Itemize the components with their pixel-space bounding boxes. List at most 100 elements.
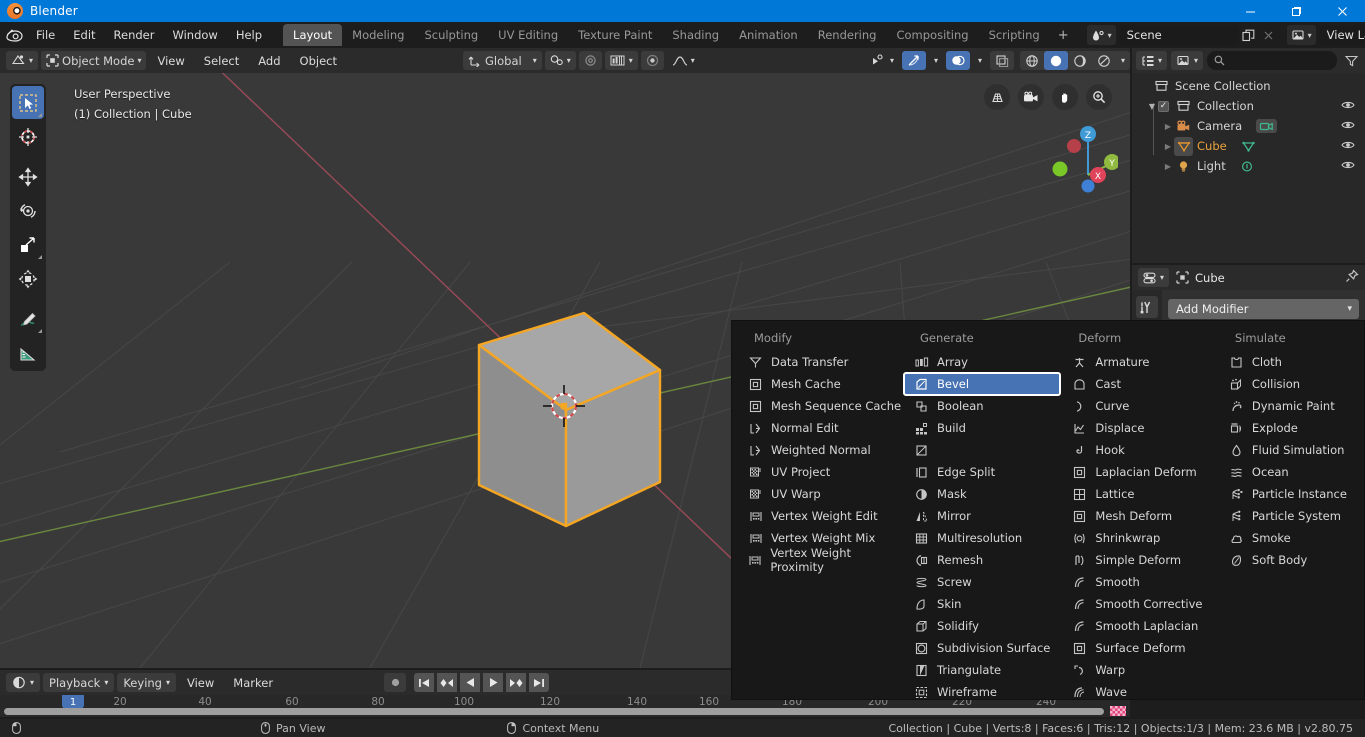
shading-rendered-icon[interactable] [1092, 51, 1116, 70]
modifier-item-simple-deform[interactable]: Simple Deform [1064, 549, 1216, 571]
view-layer-browse-icon[interactable]: ▾ [1286, 25, 1316, 45]
tab-compositing[interactable]: Compositing [886, 24, 978, 46]
modifier-item-curve[interactable]: Curve [1064, 395, 1216, 417]
gizmo-options-chevron-icon[interactable]: ▾ [929, 51, 943, 70]
tab-layout[interactable]: Layout [283, 24, 343, 46]
camera-data-icon[interactable] [1256, 119, 1278, 133]
modifier-tab[interactable] [1136, 296, 1158, 318]
shading-options-chevron-icon[interactable]: ▾ [1116, 51, 1130, 70]
shading-material-preview-icon[interactable] [1068, 51, 1092, 70]
timeline-editor-type-icon[interactable]: ▾ [6, 673, 41, 692]
outliner-row-light[interactable]: ▶ Light [1132, 156, 1365, 176]
blender-menu-icon[interactable] [6, 24, 23, 46]
light-visibility-eye-icon[interactable] [1341, 159, 1355, 173]
light-expander-icon[interactable]: ▶ [1162, 162, 1174, 171]
tab-uv-editing[interactable]: UV Editing [488, 24, 568, 46]
modifier-item-cloth[interactable]: Cloth [1221, 351, 1360, 373]
properties-editor-type-icon[interactable]: ▾ [1138, 268, 1170, 287]
proportional-editing-icon[interactable] [578, 51, 602, 70]
select-box-tool[interactable] [12, 86, 44, 119]
shading-solid-icon[interactable] [1043, 51, 1068, 70]
modifier-item-mesh-deform[interactable]: Mesh Deform [1064, 505, 1216, 527]
tab-animation[interactable]: Animation [729, 24, 808, 46]
camera-visibility-eye-icon[interactable] [1341, 119, 1355, 133]
jump-to-prev-keyframe-button[interactable] [437, 673, 458, 692]
mesh-data-icon[interactable] [1241, 140, 1256, 153]
viewport-menu-add[interactable]: Add [250, 51, 288, 71]
modifier-item-particle-instance[interactable]: Particle Instance [1221, 483, 1360, 505]
modifier-item-ocean[interactable]: Ocean [1221, 461, 1360, 483]
modifier-item-shrinkwrap[interactable]: Shrinkwrap [1064, 527, 1216, 549]
modifier-item-explode[interactable]: Explode [1221, 417, 1360, 439]
outliner-search-input[interactable] [1207, 51, 1337, 70]
modifier-item-lattice[interactable]: Lattice [1064, 483, 1216, 505]
modifier-item-collision[interactable]: Collision [1221, 373, 1360, 395]
snap-magnet-icon[interactable]: ▾ [544, 51, 576, 70]
maximize-button[interactable] [1273, 0, 1319, 22]
outliner-row-camera[interactable]: ▶ Camera [1132, 116, 1365, 136]
falloff-curve-icon[interactable]: ▾ [667, 51, 700, 70]
modifier-item-dynamic-paint[interactable]: Dynamic Paint [1221, 395, 1360, 417]
modifier-item-smoke[interactable]: Smoke [1221, 527, 1360, 549]
modifier-item-weighted-normal[interactable]: Weighted Normal [740, 439, 902, 461]
timeline-menu-marker[interactable]: Marker [225, 673, 281, 693]
tab-sculpting[interactable]: Sculpting [414, 24, 488, 46]
tab-modeling[interactable]: Modeling [342, 24, 414, 46]
add-modifier-button[interactable]: Add Modifier ▾ [1168, 299, 1359, 319]
menu-file[interactable]: File [27, 25, 64, 45]
modifier-item-wireframe[interactable]: Wireframe [906, 681, 1060, 703]
modifier-item-normal-edit[interactable]: Normal Edit [740, 417, 902, 439]
modifier-item-data-transfer[interactable]: Data Transfer [740, 351, 902, 373]
modifier-item-remesh[interactable]: Remesh [906, 549, 1060, 571]
outliner-row-scene-collection[interactable]: Scene Collection [1132, 76, 1365, 96]
modifier-item-screw[interactable]: Screw [906, 571, 1060, 593]
outliner-row-cube[interactable]: ▶ Cube [1132, 136, 1365, 156]
viewport-menu-object[interactable]: Object [292, 51, 345, 71]
camera-view-icon[interactable] [1018, 84, 1044, 110]
add-modifier-menu[interactable]: Modify Data Transfer Mesh Cache Mesh Seq… [731, 320, 1365, 700]
modifier-item-hook[interactable]: Hook [1064, 439, 1216, 461]
transform-orientation-selector[interactable]: Global ▾ [463, 51, 542, 70]
timeline-menu-view[interactable]: View [179, 673, 222, 693]
tab-rendering[interactable]: Rendering [808, 24, 887, 46]
object-type-visibility-icon[interactable]: ▾ [866, 51, 899, 70]
editor-type-selector[interactable]: ▾ [6, 51, 39, 70]
modifier-item-build[interactable]: Build [906, 417, 1060, 439]
outliner-display-mode-selector[interactable]: ▾ [1171, 51, 1204, 70]
modifier-item-displace[interactable]: Displace [1064, 417, 1216, 439]
collection-visibility-eye-icon[interactable] [1341, 99, 1355, 113]
playback-dropdown[interactable]: Playback ▾ [43, 673, 115, 692]
rotate-tool[interactable] [12, 194, 44, 227]
modifier-item-bevel[interactable]: Bevel [903, 372, 1062, 396]
modifier-item-fluid-simulation[interactable]: Fluid Simulation [1221, 439, 1360, 461]
outliner-editor-type-icon[interactable]: ▾ [1136, 51, 1168, 70]
modifier-item-edge-split[interactable]: Edge Split [906, 461, 1060, 483]
tab-scripting[interactable]: Scripting [979, 24, 1050, 46]
modifier-item-smooth-corrective[interactable]: Smooth Corrective [1064, 593, 1216, 615]
navigation-gizmo[interactable]: Z Y X [1030, 110, 1118, 198]
modifier-item-mesh-cache[interactable]: Mesh Cache [740, 373, 902, 395]
scale-tool[interactable] [12, 228, 44, 261]
modifier-item-surface-deform[interactable]: Surface Deform [1064, 637, 1216, 659]
add-workspace-button[interactable]: + [1050, 25, 1077, 46]
proportional-falloff-icon[interactable]: ▾ [604, 51, 638, 70]
jump-to-end-button[interactable] [529, 673, 550, 692]
menu-render[interactable]: Render [105, 25, 164, 45]
modifier-item-cast[interactable]: Cast [1064, 373, 1216, 395]
outliner-filter-icon[interactable] [1341, 51, 1361, 71]
modifier-item-subdivision-surface[interactable]: Subdivision Surface [906, 637, 1060, 659]
camera-expander-icon[interactable]: ▶ [1162, 122, 1174, 131]
timeline-playhead[interactable]: 1 [62, 695, 84, 709]
modifier-item-particle-system[interactable]: Particle System [1221, 505, 1360, 527]
outliner-editor[interactable]: ▾ ▾ Scene Collection ▼ ✓ Collection ▶ Ca… [1132, 48, 1365, 263]
modifier-item-mirror[interactable]: Mirror [906, 505, 1060, 527]
viewport-menu-select[interactable]: Select [196, 51, 247, 71]
menu-window[interactable]: Window [163, 25, 226, 45]
modifier-item-vertex-weight-edit[interactable]: Vertex Weight Edit [740, 505, 902, 527]
menu-help[interactable]: Help [227, 25, 271, 45]
toggle-xray-icon[interactable] [989, 51, 1014, 70]
jump-to-start-button[interactable] [414, 673, 435, 692]
modifier-item-uv-project[interactable]: UV Project [740, 461, 902, 483]
show-overlays-icon[interactable] [945, 51, 970, 70]
modifier-item-array[interactable]: Array [906, 351, 1060, 373]
